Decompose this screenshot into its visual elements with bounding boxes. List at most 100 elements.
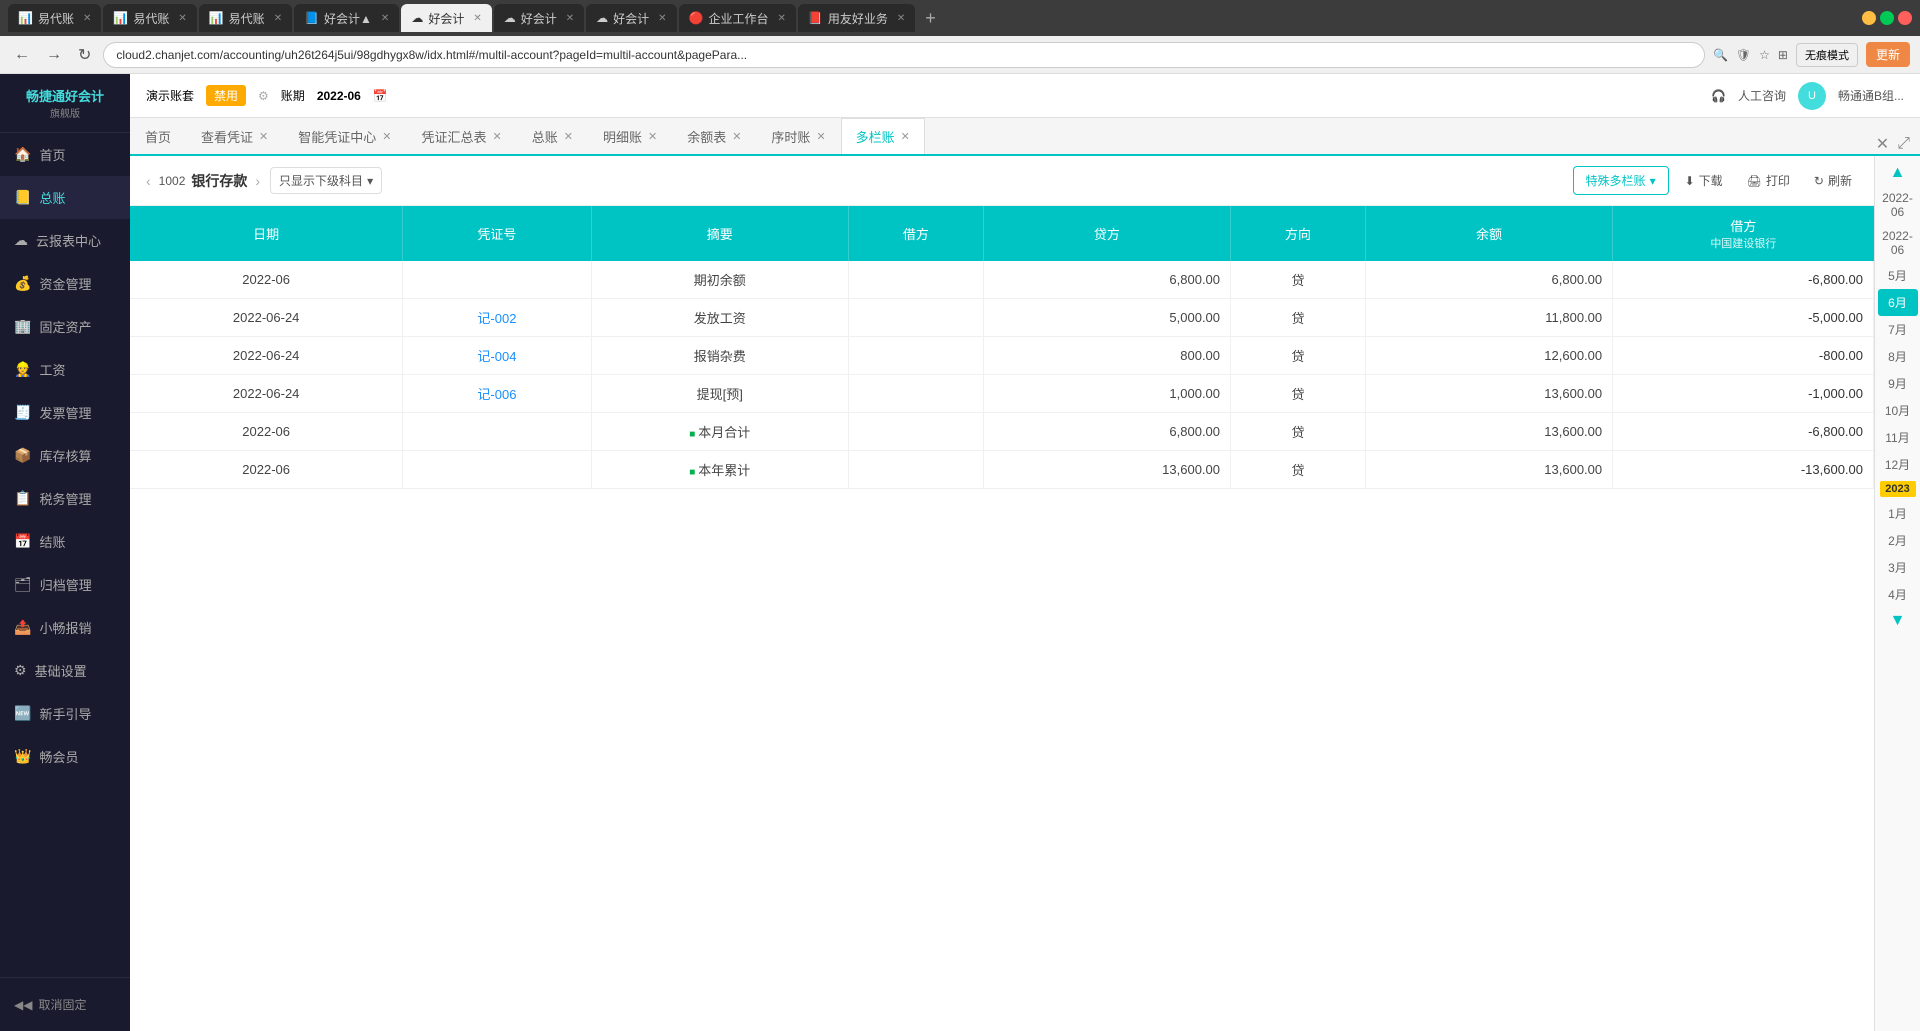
cell-extra: -800.00 <box>1613 337 1874 375</box>
sidebar-unpin[interactable]: ◀◀ 取消固定 <box>10 988 120 1021</box>
date-12[interactable]: 12月 <box>1878 451 1918 478</box>
refresh-button[interactable]: ↻ <box>74 45 95 65</box>
date-9[interactable]: 9月 <box>1878 370 1918 397</box>
tab-haokuaiji-4[interactable]: ☁ 好会计 ✕ <box>586 4 676 32</box>
date-7[interactable]: 7月 <box>1878 316 1918 343</box>
close-tab-general[interactable]: ✕ <box>564 130 573 143</box>
maximize-button[interactable] <box>1880 11 1894 25</box>
date-5[interactable]: 5月 <box>1878 262 1918 289</box>
update-button[interactable]: 更新 <box>1866 42 1910 67</box>
date-item-2022-06-top2[interactable]: 2022-06 <box>1878 224 1918 262</box>
close-button[interactable] <box>1898 11 1912 25</box>
close-tab-multi[interactable]: ✕ <box>901 130 910 143</box>
tab-yidaizhang-3[interactable]: 📊 易代账 ✕ <box>199 4 292 32</box>
cell-voucher[interactable]: 记-004 <box>403 337 591 375</box>
sidebar-item-closing[interactable]: 📅 结账 <box>0 520 130 563</box>
user-avatar[interactable]: U <box>1798 82 1826 110</box>
sidebar-item-tax[interactable]: 📋 税务管理 <box>0 477 130 520</box>
minimize-button[interactable] <box>1862 11 1876 25</box>
date-2023-4[interactable]: 4月 <box>1878 581 1918 608</box>
sidebar-item-archive[interactable]: 🗂 归档管理 <box>0 563 130 606</box>
close-tab-detail[interactable]: ✕ <box>648 130 657 143</box>
download-button[interactable]: ⬇ 下载 <box>1677 168 1731 193</box>
sidebar-item-reports[interactable]: ☁ 云报表中心 <box>0 219 130 262</box>
next-account-button[interactable]: › <box>253 171 262 191</box>
tab-close-2[interactable]: ✕ <box>178 13 186 24</box>
expand-panel-button[interactable]: ⤢ <box>1897 135 1910 153</box>
date-scroll-down[interactable]: ▼ <box>1886 608 1910 634</box>
refresh-button[interactable]: ↻ 刷新 <box>1806 168 1860 193</box>
tab-close-8[interactable]: ✕ <box>778 13 786 24</box>
tab-close-9[interactable]: ✕ <box>897 13 905 24</box>
address-input[interactable] <box>103 42 1705 68</box>
tab-multi-column[interactable]: 多栏账 ✕ <box>841 118 925 156</box>
consult-label[interactable]: 人工咨询 <box>1738 87 1786 104</box>
back-button[interactable]: ← <box>10 46 34 64</box>
new-tab-button[interactable]: + <box>917 8 944 29</box>
forward-button[interactable]: → <box>42 46 66 64</box>
tab-balance[interactable]: 余额表 ✕ <box>672 118 756 154</box>
tab-voucher-summary[interactable]: 凭证汇总表 ✕ <box>406 118 516 154</box>
tab-smart-voucher[interactable]: 智能凭证中心 ✕ <box>283 118 406 154</box>
sidebar-item-vip[interactable]: 👑 畅会员 <box>0 735 130 778</box>
star-icon[interactable]: ☆ <box>1759 48 1770 62</box>
sidebar-item-payroll[interactable]: 👷 工资 <box>0 348 130 391</box>
prev-account-button[interactable]: ‹ <box>144 171 153 191</box>
close-tab-smart[interactable]: ✕ <box>382 130 391 143</box>
date-scroll-up[interactable]: ▲ <box>1886 160 1910 186</box>
tab-close-4[interactable]: ✕ <box>381 13 389 24</box>
date-2023-2[interactable]: 2月 <box>1878 527 1918 554</box>
sidebar-item-settings[interactable]: ⚙ 基础设置 <box>0 649 130 692</box>
close-tab-voucher[interactable]: ✕ <box>259 130 268 143</box>
tab-haokuaiji-1[interactable]: 📘 好会计▲ ✕ <box>294 4 399 32</box>
tab-general-ledger[interactable]: 总账 ✕ <box>517 118 588 154</box>
tab-home[interactable]: 首页 <box>130 118 186 154</box>
sidebar-item-inventory[interactable]: 📦 库存核算 <box>0 434 130 477</box>
close-tab-chrono[interactable]: ✕ <box>816 130 825 143</box>
tab-view-voucher[interactable]: 查看凭证 ✕ <box>186 118 283 154</box>
date-item-2022-06-top[interactable]: 2022-06 <box>1878 186 1918 224</box>
settings-gear-icon[interactable]: ⚙ <box>258 89 269 103</box>
sidebar-item-ledger[interactable]: 📒 总账 <box>0 176 130 219</box>
sidebar-item-funds[interactable]: 💰 资金管理 <box>0 262 130 305</box>
sidebar-item-assets[interactable]: 🏢 固定资产 <box>0 305 130 348</box>
date-11[interactable]: 11月 <box>1878 424 1918 451</box>
search-icon[interactable]: 🔍 <box>1713 48 1728 62</box>
special-multi-button[interactable]: 特殊多栏账 ▾ <box>1573 166 1669 195</box>
date-2023-1[interactable]: 1月 <box>1878 500 1918 527</box>
tab-close-6[interactable]: ✕ <box>566 13 574 24</box>
tab-yidaizhang-2[interactable]: 📊 易代账 ✕ <box>103 4 196 32</box>
tab-close-3[interactable]: ✕ <box>274 13 282 24</box>
collapse-panel-button[interactable]: ✕ <box>1876 134 1889 154</box>
tab-chronological[interactable]: 序时账 ✕ <box>756 118 840 154</box>
date-2023-3[interactable]: 3月 <box>1878 554 1918 581</box>
close-tab-balance[interactable]: ✕ <box>732 130 741 143</box>
sidebar-item-guide[interactable]: 🆕 新手引导 <box>0 692 130 735</box>
extend-icon[interactable]: ⊞ <box>1778 48 1788 62</box>
cell-voucher[interactable]: 记-002 <box>403 299 591 337</box>
tab-haokuaiji-3[interactable]: ☁ 好会计 ✕ <box>494 4 584 32</box>
calendar-icon[interactable]: 📅 <box>373 89 388 103</box>
tab-qiyegongzuotai[interactable]: 🔴 企业工作台 ✕ <box>679 4 796 32</box>
tab-yidaizhang-1[interactable]: 📊 易代账 ✕ <box>8 4 101 32</box>
sidebar-item-invoice[interactable]: 🧾 发票管理 <box>0 391 130 434</box>
col-summary: 摘要 <box>591 206 848 261</box>
sidebar-item-expense[interactable]: 📤 小畅报销 <box>0 606 130 649</box>
tab-haokuaiji-2-active[interactable]: ☁ 好会计 ✕ <box>401 4 491 32</box>
tab-close-7[interactable]: ✕ <box>658 13 666 24</box>
tab-detail-ledger[interactable]: 明细账 ✕ <box>588 118 672 154</box>
mode-button[interactable]: 无痕模式 <box>1796 43 1858 67</box>
tab-close-5[interactable]: ✕ <box>473 13 481 24</box>
tab-yongyouhao[interactable]: 📕 用友好业务 ✕ <box>798 4 915 32</box>
date-6[interactable]: 6月 <box>1878 289 1918 316</box>
cell-date: 2022-06-24 <box>130 375 403 413</box>
cell-voucher[interactable]: 记-006 <box>403 375 591 413</box>
close-tab-summary[interactable]: ✕ <box>493 130 502 143</box>
sidebar-item-home[interactable]: 🏠 首页 <box>0 133 130 176</box>
print-button[interactable]: 🖨 打印 <box>1739 168 1798 193</box>
sub-filter-dropdown[interactable]: 只显示下级科目 ▾ <box>270 167 382 194</box>
user-label[interactable]: 畅通通B组... <box>1838 87 1904 104</box>
date-10[interactable]: 10月 <box>1878 397 1918 424</box>
date-8[interactable]: 8月 <box>1878 343 1918 370</box>
tab-close-1[interactable]: ✕ <box>83 13 91 24</box>
